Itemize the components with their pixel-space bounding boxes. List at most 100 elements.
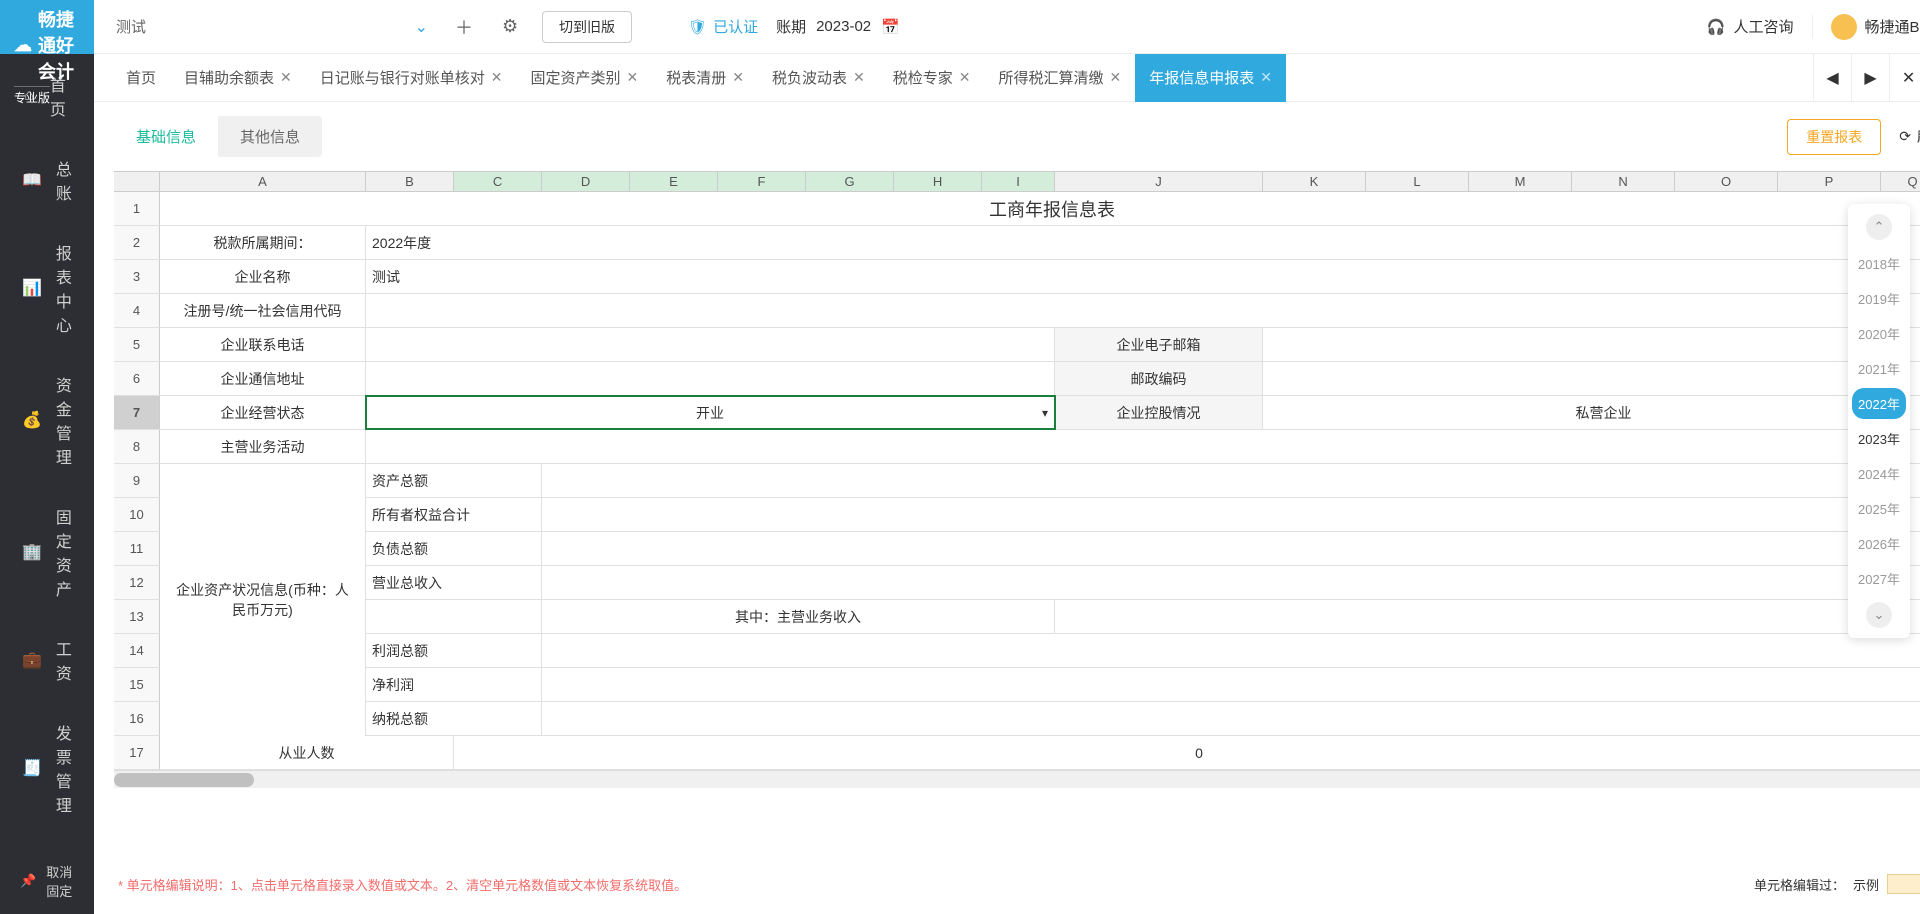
col-header-O[interactable]: O <box>1675 172 1778 191</box>
row-header-5[interactable]: 5 <box>114 328 160 361</box>
tab-close-icon[interactable]: ✕ <box>627 69 639 86</box>
switch-old-version-button[interactable]: 切到旧版 <box>542 11 632 43</box>
year-2021年[interactable]: 2021年 <box>1852 353 1906 384</box>
tab-1[interactable]: 目辅助余额表✕ <box>170 54 306 102</box>
user-menu[interactable]: 畅捷通B组... <box>1831 14 1920 40</box>
tab-2[interactable]: 日记账与银行对账单核对✕ <box>306 54 517 102</box>
row-header-9[interactable]: 9 <box>114 464 160 497</box>
postcode-value[interactable] <box>1263 362 1920 395</box>
col-header-D[interactable]: D <box>542 172 630 191</box>
year-2019年[interactable]: 2019年 <box>1852 283 1906 314</box>
col-header-Q[interactable]: Q <box>1881 172 1920 191</box>
asset-row-value[interactable] <box>542 634 1920 667</box>
employee-count-value[interactable]: 0 <box>454 736 1920 769</box>
col-header-A[interactable]: A <box>160 172 366 191</box>
col-header-N[interactable]: N <box>1572 172 1675 191</box>
year-2020年[interactable]: 2020年 <box>1852 318 1906 349</box>
tab-5[interactable]: 税负波动表✕ <box>758 54 879 102</box>
col-header-L[interactable]: L <box>1366 172 1469 191</box>
main-biz-value[interactable] <box>366 430 1920 463</box>
row-header-16[interactable]: 16 <box>114 702 160 735</box>
subtab-basic-info[interactable]: 基础信息 <box>114 116 218 157</box>
nav-item-1[interactable]: 📖总账 <box>0 138 94 222</box>
year-2026年[interactable]: 2026年 <box>1852 528 1906 559</box>
col-header-I[interactable]: I <box>982 172 1055 191</box>
tab-scroll-left[interactable]: ◀ <box>1813 54 1851 102</box>
email-value[interactable] <box>1263 328 1920 361</box>
holding-value[interactable]: 私营企业 <box>1263 396 1920 429</box>
row-header-14[interactable]: 14 <box>114 634 160 667</box>
row-header-3[interactable]: 3 <box>114 260 160 293</box>
biz-status-dropdown[interactable]: 开业 <box>366 396 1055 429</box>
asset-row-value[interactable] <box>542 668 1920 701</box>
nav-item-6[interactable]: 🧾发票管理 <box>0 702 94 834</box>
asset-row-value[interactable] <box>542 702 1920 735</box>
nav-item-2[interactable]: 📊报表中心 <box>0 222 94 354</box>
year-2027年[interactable]: 2027年 <box>1852 563 1906 594</box>
company-name-value[interactable]: 测试 <box>366 260 1920 293</box>
col-header-J[interactable]: J <box>1055 172 1263 191</box>
tab-7[interactable]: 所得税汇算清缴✕ <box>985 54 1136 102</box>
tab-6[interactable]: 税检专家✕ <box>879 54 985 102</box>
year-2025年[interactable]: 2025年 <box>1852 493 1906 524</box>
horizontal-scrollbar[interactable] <box>114 770 1920 788</box>
subtab-other-info[interactable]: 其他信息 <box>218 116 322 157</box>
tab-scroll-right[interactable]: ▶ <box>1851 54 1889 102</box>
asset-row-value[interactable] <box>542 464 1920 497</box>
tab-0[interactable]: 首页 <box>112 54 170 102</box>
tab-close-icon[interactable]: ✕ <box>853 69 865 86</box>
col-header-M[interactable]: M <box>1469 172 1572 191</box>
nav-item-5[interactable]: 💼工资 <box>0 618 94 702</box>
row-header-7[interactable]: 7 <box>114 396 160 429</box>
tab-close-icon[interactable]: ✕ <box>959 69 971 86</box>
year-2022年[interactable]: 2022年 <box>1852 388 1906 419</box>
row-header-8[interactable]: 8 <box>114 430 160 463</box>
tab-8[interactable]: 年报信息申报表✕ <box>1135 54 1286 102</box>
nav-item-3[interactable]: 💰资金管理 <box>0 354 94 486</box>
tab-4[interactable]: 税表清册✕ <box>652 54 758 102</box>
reset-report-button[interactable]: 重置报表 <box>1787 119 1881 155</box>
unpin-button[interactable]: 📌 取消固定 <box>0 848 94 914</box>
asset-row-value[interactable] <box>542 566 1920 599</box>
col-header-P[interactable]: P <box>1778 172 1881 191</box>
reg-code-value[interactable] <box>366 294 1920 327</box>
tab-close-icon[interactable]: ✕ <box>1260 69 1272 86</box>
tab-close-icon[interactable]: ✕ <box>732 69 744 86</box>
row-header-17[interactable]: 17 <box>114 736 160 769</box>
col-header-C[interactable]: C <box>454 172 542 191</box>
row-header-1[interactable]: 1 <box>114 192 160 225</box>
period-value[interactable]: 2022年度 <box>366 226 1920 259</box>
year-2023年[interactable]: 2023年 <box>1852 423 1906 454</box>
sub-income-value[interactable] <box>1055 600 1920 633</box>
phone-value[interactable] <box>366 328 1055 361</box>
nav-item-4[interactable]: 🏢固定资产 <box>0 486 94 618</box>
year-2018年[interactable]: 2018年 <box>1852 248 1906 279</box>
company-selector[interactable]: 测试 ⌄ <box>112 10 432 44</box>
col-header-B[interactable]: B <box>366 172 454 191</box>
asset-row-value[interactable] <box>542 498 1920 531</box>
nav-item-0[interactable]: ⌂首页 <box>0 54 94 138</box>
add-button[interactable]: ＋ <box>450 13 478 41</box>
support-link[interactable]: 🎧 人工咨询 <box>1707 16 1794 37</box>
row-header-15[interactable]: 15 <box>114 668 160 701</box>
tab-close-all[interactable]: ✕ <box>1889 54 1920 102</box>
tab-close-icon[interactable]: ✕ <box>280 69 292 86</box>
col-header-H[interactable]: H <box>894 172 982 191</box>
accounting-period[interactable]: 账期 2023-02 📅 <box>776 16 900 37</box>
settings-icon[interactable]: ⚙ <box>496 13 524 41</box>
row-header-2[interactable]: 2 <box>114 226 160 259</box>
nav-item-7[interactable]: 📦进销台账 <box>0 834 94 848</box>
corner-cell[interactable] <box>114 172 160 191</box>
col-header-G[interactable]: G <box>806 172 894 191</box>
col-header-F[interactable]: F <box>718 172 806 191</box>
year-2024年[interactable]: 2024年 <box>1852 458 1906 489</box>
tab-close-icon[interactable]: ✕ <box>1110 69 1122 86</box>
row-header-6[interactable]: 6 <box>114 362 160 395</box>
col-header-K[interactable]: K <box>1263 172 1366 191</box>
tab-3[interactable]: 固定资产类别✕ <box>517 54 653 102</box>
row-header-4[interactable]: 4 <box>114 294 160 327</box>
row-header-10[interactable]: 10 <box>114 498 160 531</box>
tab-close-icon[interactable]: ✕ <box>491 69 503 86</box>
address-value[interactable] <box>366 362 1055 395</box>
row-header-12[interactable]: 12 <box>114 566 160 599</box>
